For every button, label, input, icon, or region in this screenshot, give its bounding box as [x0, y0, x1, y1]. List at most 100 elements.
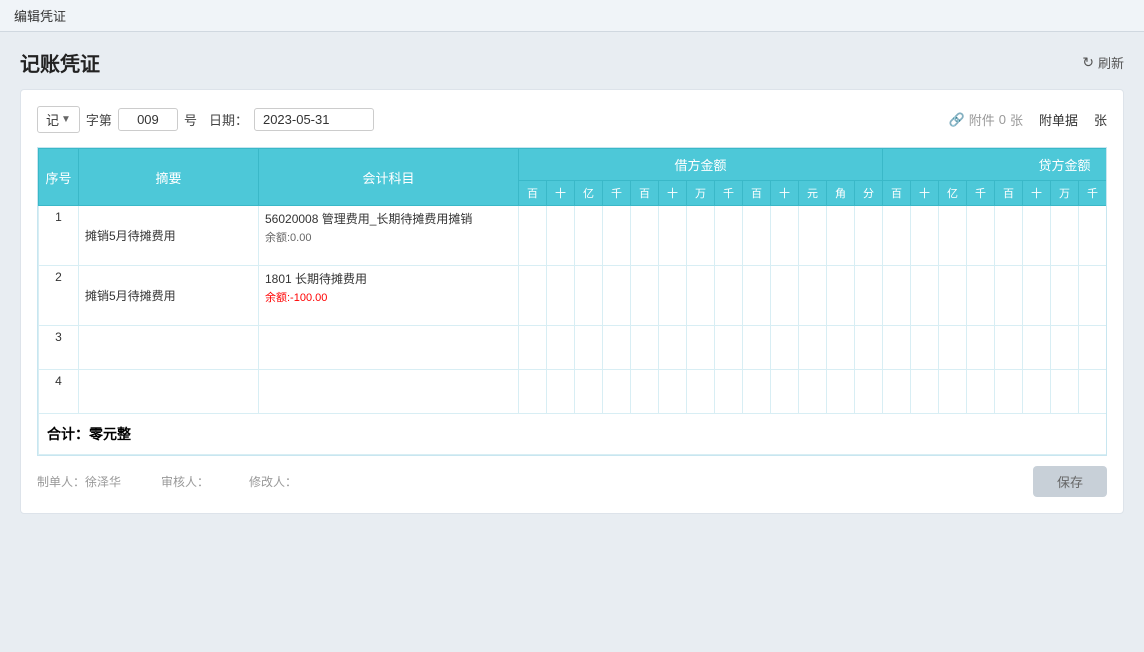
debit-cell-2-2[interactable] — [575, 326, 603, 370]
cell-account-3[interactable] — [259, 370, 519, 414]
debit-cell-2-6[interactable] — [687, 326, 715, 370]
debit-cell-3-12[interactable] — [855, 370, 883, 414]
debit-cell-1-1[interactable] — [547, 266, 575, 326]
credit-cell-1-4[interactable] — [995, 266, 1023, 326]
debit-cell-2-12[interactable] — [855, 326, 883, 370]
debit-cell-2-3[interactable] — [603, 326, 631, 370]
date-input[interactable] — [254, 108, 374, 131]
debit-cell-1-2[interactable] — [575, 266, 603, 326]
cell-desc-3[interactable] — [79, 370, 259, 414]
credit-cell-3-5[interactable] — [1023, 370, 1051, 414]
debit-cell-0-3[interactable] — [603, 206, 631, 266]
credit-cell-0-6[interactable] — [1051, 206, 1079, 266]
credit-cell-1-7[interactable] — [1079, 266, 1107, 326]
credit-cell-0-1[interactable] — [911, 206, 939, 266]
credit-cell-2-7[interactable] — [1079, 326, 1107, 370]
debit-cell-3-7[interactable] — [715, 370, 743, 414]
debit-cell-0-1[interactable] — [547, 206, 575, 266]
credit-cell-3-4[interactable] — [995, 370, 1023, 414]
credit-cell-2-8[interactable] — [1107, 326, 1108, 370]
credit-cell-1-6[interactable] — [1051, 266, 1079, 326]
debit-cell-2-7[interactable] — [715, 326, 743, 370]
credit-cell-3-7[interactable] — [1079, 370, 1107, 414]
debit-cell-3-11[interactable] — [827, 370, 855, 414]
debit-cell-2-10[interactable] — [799, 326, 827, 370]
debit-cell-3-5[interactable] — [659, 370, 687, 414]
credit-cell-0-7[interactable] — [1079, 206, 1107, 266]
credit-cell-2-1[interactable] — [911, 326, 939, 370]
cell-account-0[interactable]: 56020008 管理费用_长期待摊费用摊销余额:0.00 — [259, 206, 519, 266]
credit-cell-0-0[interactable] — [883, 206, 911, 266]
credit-cell-1-8[interactable] — [1107, 266, 1108, 326]
credit-cell-2-5[interactable] — [1023, 326, 1051, 370]
cell-desc-1[interactable]: 摊销5月待摊费用 — [79, 266, 259, 326]
attach-doc-label[interactable]: 附单据 — [1039, 110, 1078, 129]
debit-cell-1-3[interactable] — [603, 266, 631, 326]
credit-cell-2-2[interactable] — [939, 326, 967, 370]
debit-cell-1-0[interactable] — [519, 266, 547, 326]
debit-cell-2-8[interactable] — [743, 326, 771, 370]
debit-cell-3-9[interactable] — [771, 370, 799, 414]
debit-cell-1-6[interactable] — [687, 266, 715, 326]
debit-cell-3-3[interactable] — [603, 370, 631, 414]
debit-cell-1-11[interactable] — [827, 266, 855, 326]
debit-cell-2-1[interactable] — [547, 326, 575, 370]
credit-cell-0-5[interactable] — [1023, 206, 1051, 266]
credit-cell-3-6[interactable] — [1051, 370, 1079, 414]
debit-cell-1-12[interactable] — [855, 266, 883, 326]
credit-cell-3-0[interactable] — [883, 370, 911, 414]
credit-cell-0-3[interactable] — [967, 206, 995, 266]
debit-cell-2-5[interactable] — [659, 326, 687, 370]
debit-cell-0-6[interactable] — [687, 206, 715, 266]
debit-cell-3-8[interactable] — [743, 370, 771, 414]
voucher-number-input[interactable] — [118, 108, 178, 131]
credit-cell-2-4[interactable] — [995, 326, 1023, 370]
cell-account-2[interactable] — [259, 326, 519, 370]
credit-cell-1-3[interactable] — [967, 266, 995, 326]
credit-cell-3-3[interactable] — [967, 370, 995, 414]
credit-cell-2-3[interactable] — [967, 326, 995, 370]
debit-cell-0-12[interactable] — [855, 206, 883, 266]
cell-desc-2[interactable] — [79, 326, 259, 370]
debit-cell-1-9[interactable] — [771, 266, 799, 326]
credit-cell-3-2[interactable] — [939, 370, 967, 414]
cell-desc-0[interactable]: 摊销5月待摊费用 — [79, 206, 259, 266]
credit-cell-0-2[interactable] — [939, 206, 967, 266]
debit-cell-0-7[interactable] — [715, 206, 743, 266]
debit-cell-2-4[interactable] — [631, 326, 659, 370]
debit-cell-3-1[interactable] — [547, 370, 575, 414]
credit-cell-1-0[interactable] — [883, 266, 911, 326]
debit-cell-0-0[interactable] — [519, 206, 547, 266]
credit-cell-1-2[interactable] — [939, 266, 967, 326]
save-button[interactable]: 保存 — [1033, 466, 1107, 497]
credit-cell-3-1[interactable] — [911, 370, 939, 414]
debit-cell-3-4[interactable] — [631, 370, 659, 414]
debit-cell-1-8[interactable] — [743, 266, 771, 326]
debit-cell-0-2[interactable] — [575, 206, 603, 266]
debit-cell-3-10[interactable] — [799, 370, 827, 414]
debit-cell-0-9[interactable] — [771, 206, 799, 266]
debit-cell-1-7[interactable] — [715, 266, 743, 326]
credit-cell-0-4[interactable] — [995, 206, 1023, 266]
debit-cell-0-10[interactable] — [799, 206, 827, 266]
credit-cell-0-8[interactable] — [1107, 206, 1108, 266]
debit-cell-0-8[interactable] — [743, 206, 771, 266]
credit-cell-1-1[interactable] — [911, 266, 939, 326]
attach-link[interactable]: 🔗 附件 0 张 — [949, 110, 1023, 129]
debit-cell-2-0[interactable] — [519, 326, 547, 370]
credit-cell-2-0[interactable] — [883, 326, 911, 370]
type-dropdown[interactable]: 记 ▼ — [37, 106, 80, 133]
debit-cell-1-4[interactable] — [631, 266, 659, 326]
debit-cell-0-5[interactable] — [659, 206, 687, 266]
debit-cell-3-6[interactable] — [687, 370, 715, 414]
credit-cell-1-5[interactable] — [1023, 266, 1051, 326]
debit-cell-1-5[interactable] — [659, 266, 687, 326]
debit-cell-3-0[interactable] — [519, 370, 547, 414]
debit-cell-0-4[interactable] — [631, 206, 659, 266]
refresh-button[interactable]: ↻ 刷新 — [1082, 53, 1124, 72]
debit-cell-1-10[interactable] — [799, 266, 827, 326]
debit-cell-0-11[interactable] — [827, 206, 855, 266]
credit-cell-3-8[interactable] — [1107, 370, 1108, 414]
debit-cell-2-9[interactable] — [771, 326, 799, 370]
debit-cell-3-2[interactable] — [575, 370, 603, 414]
